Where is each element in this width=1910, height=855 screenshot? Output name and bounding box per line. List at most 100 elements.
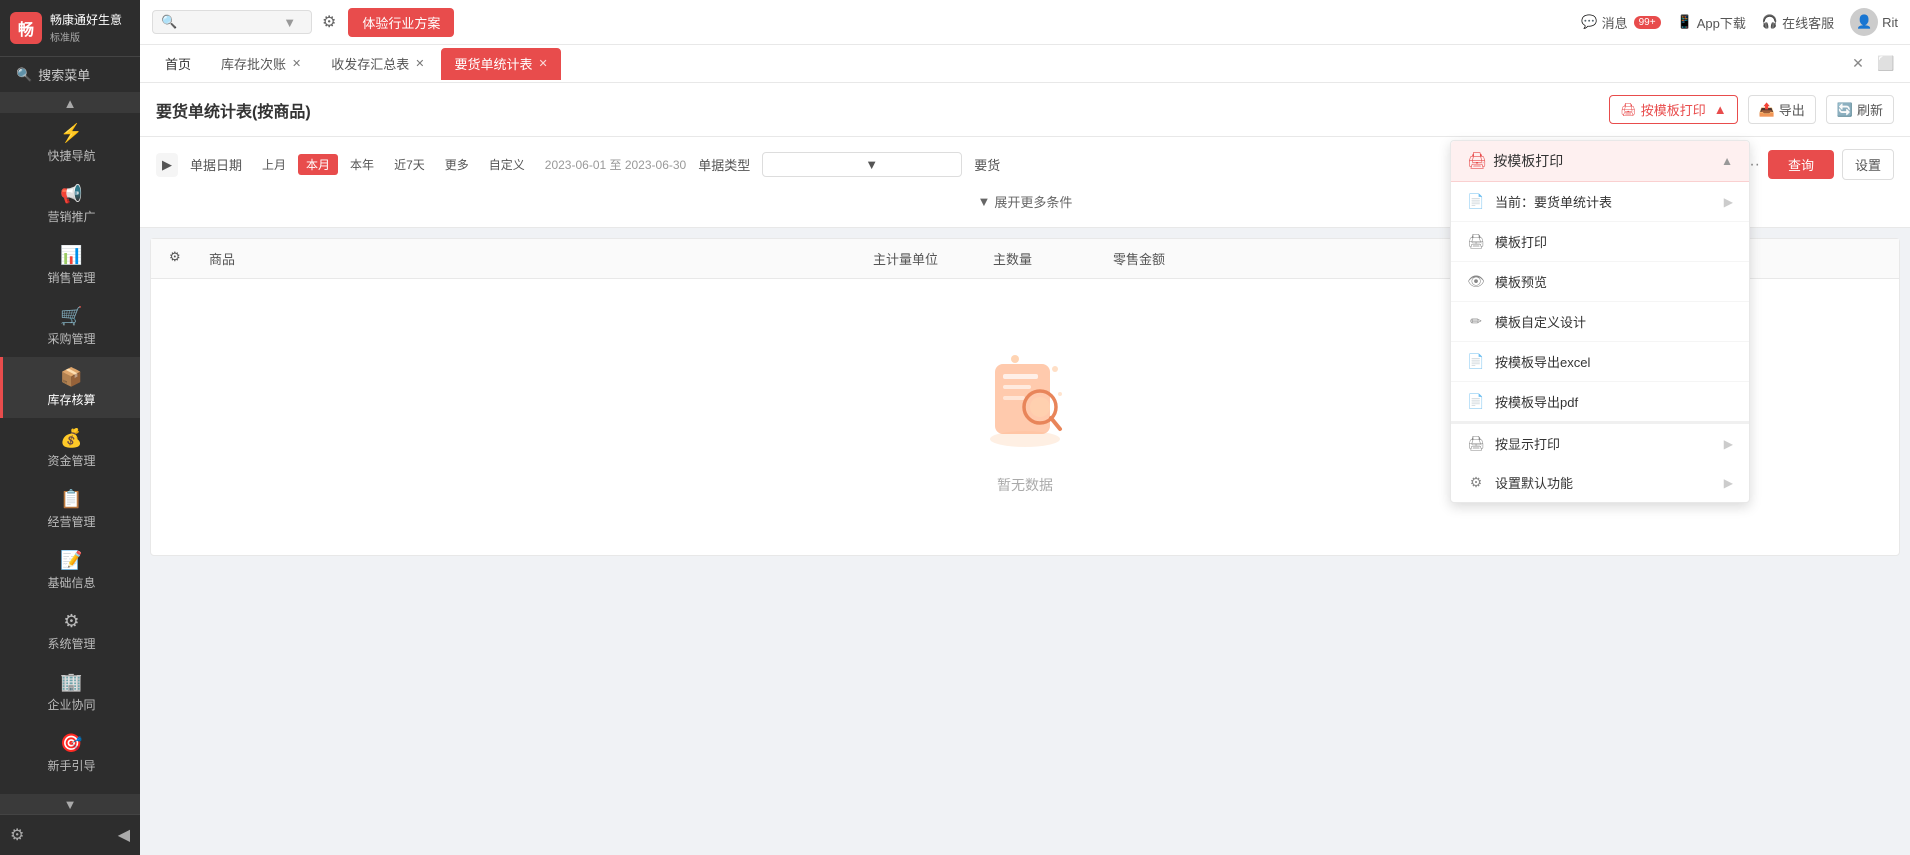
dropdown-title: 🖨 按模板打印 (1467, 151, 1563, 171)
preview-icon: 👁 (1467, 273, 1485, 290)
current-doc-icon: 📄 (1467, 193, 1485, 210)
col-qty: 主数量 (985, 239, 1105, 278)
sidebar-item-operation[interactable]: 📋 经营管理 (0, 479, 140, 540)
search-dropdown-icon[interactable]: ▼ (283, 15, 296, 30)
sidebar-item-purchase[interactable]: 🛒 采购管理 (0, 296, 140, 357)
expand-more-icon: ▼ (978, 194, 991, 209)
preview-item-label: 模板预览 (1495, 272, 1733, 291)
headphone-icon: 🎧 (1762, 14, 1778, 30)
sidebar-item-system[interactable]: ⚙ 系统管理 (0, 601, 140, 662)
dropdown-preview-item[interactable]: 👁 模板预览 (1451, 262, 1749, 302)
collapse-icon[interactable]: ◀ (118, 825, 130, 845)
sidebar-search[interactable]: 🔍 搜索菜单 (0, 57, 140, 93)
refresh-icon: 🔄 (1837, 102, 1853, 118)
tab-summary[interactable]: 收发存汇总表 ✕ (318, 48, 437, 80)
dropdown-excel-item[interactable]: 📄 按模板导出excel (1451, 342, 1749, 382)
date-tab-more[interactable]: 更多 (437, 154, 477, 175)
user-item[interactable]: 👤 Rit (1850, 8, 1898, 36)
tab-order-stat-close[interactable]: ✕ (539, 57, 548, 70)
topbar-right: 💬 消息 99+ 📱 App下载 🎧 在线客服 👤 Rit (1581, 8, 1898, 36)
date-tab-last-month[interactable]: 上月 (254, 154, 294, 175)
design-item-label: 模板自定义设计 (1495, 312, 1733, 331)
export-btn[interactable]: 📤 导出 (1748, 95, 1816, 124)
sidebar-item-marketing[interactable]: 📢 营销推广 (0, 174, 140, 235)
tab-order-stat[interactable]: 要货单统计表 ✕ (441, 48, 560, 80)
print-template-icon: 🖨 (1467, 233, 1485, 250)
sidebar-item-guide[interactable]: 🎯 新手引导 (0, 723, 140, 784)
display-print-icon: 🖨 (1467, 435, 1485, 452)
guide-icon: 🎯 (60, 733, 82, 754)
dropdown-design-item[interactable]: ✏ 模板自定义设计 (1451, 302, 1749, 342)
sidebar-item-apps[interactable]: 🔲 应用中心 (0, 784, 140, 794)
export-icon: 📤 (1759, 102, 1775, 118)
sidebar-item-quick-nav[interactable]: ⚡ 快捷导航 (0, 113, 140, 174)
order-type-label: 要货 (974, 155, 1000, 174)
phone-icon: 📱 (1677, 14, 1693, 30)
expand-more-btn[interactable]: ▼ 展开更多条件 (970, 188, 1081, 215)
dropdown-collapse-icon[interactable]: ▲ (1721, 154, 1733, 168)
sidebar-item-label: 资金管理 (47, 452, 95, 469)
page-header: 要货单统计表(按商品) 🖨 按模板打印 ▲ 📤 导出 🔄 刷新 (140, 83, 1910, 137)
dropdown-display-print-item[interactable]: 🖨 按显示打印 ▶ (1451, 423, 1749, 463)
sidebar-item-inventory[interactable]: 📦 库存核算 (0, 357, 140, 418)
dropdown-default-settings-item[interactable]: ⚙ 设置默认功能 ▶ (1451, 463, 1749, 502)
sidebar-item-label: 快捷导航 (47, 147, 95, 164)
operation-icon: 📋 (60, 489, 82, 510)
sidebar-scroll-down[interactable]: ▼ (0, 794, 140, 814)
dropdown-print-item[interactable]: 🖨 模板打印 (1451, 222, 1749, 262)
refresh-btn[interactable]: 🔄 刷新 (1826, 95, 1894, 124)
query-btn[interactable]: 查询 (1768, 150, 1834, 179)
window-close-btn[interactable]: ✕ (1846, 52, 1870, 76)
settings-icon[interactable]: ⚙ (10, 825, 24, 845)
type-filter-select[interactable]: ▼ (762, 152, 962, 177)
print-template-btn[interactable]: 🖨 按模板打印 ▲ (1609, 95, 1737, 124)
pdf-item-label: 按模板导出pdf (1495, 392, 1733, 411)
sidebar-item-sales[interactable]: 📊 销售管理 (0, 235, 140, 296)
sidebar-item-label: 库存核算 (47, 391, 95, 408)
search-input[interactable] (177, 15, 277, 29)
date-tab-this-month[interactable]: 本月 (298, 154, 338, 175)
type-filter-dropdown-icon: ▼ (865, 157, 951, 172)
default-settings-icon: ⚙ (1467, 474, 1485, 491)
expand-btn[interactable]: ▶ (156, 153, 178, 177)
sidebar-item-basic[interactable]: 📝 基础信息 (0, 540, 140, 601)
settings-btn[interactable]: 设置 (1842, 149, 1894, 180)
dropdown-pdf-item[interactable]: 📄 按模板导出pdf (1451, 382, 1749, 423)
sidebar-scroll-up[interactable]: ▲ (0, 93, 140, 113)
print-label: 按模板打印 (1641, 100, 1706, 119)
tab-batch-label: 库存批次账 (221, 54, 286, 73)
date-tab-this-year[interactable]: 本年 (342, 154, 382, 175)
tab-batch-close[interactable]: ✕ (292, 57, 301, 70)
gear-icon[interactable]: ⚙ (322, 12, 336, 32)
sidebar-item-enterprise[interactable]: 🏢 企业协同 (0, 662, 140, 723)
message-item[interactable]: 💬 消息 99+ (1581, 13, 1660, 32)
sidebar-item-finance[interactable]: 💰 资金管理 (0, 418, 140, 479)
date-tab-7days[interactable]: 近7天 (386, 154, 433, 175)
logo-icon: 畅 (10, 12, 42, 44)
page-actions: 🖨 按模板打印 ▲ 📤 导出 🔄 刷新 (1609, 95, 1894, 124)
display-print-arrow-icon: ▶ (1724, 437, 1733, 451)
window-maximize-btn[interactable]: ⬜ (1874, 52, 1898, 76)
col-settings[interactable]: ⚙ (161, 239, 201, 278)
sidebar-item-label: 营销推广 (47, 208, 95, 225)
online-service-item[interactable]: 🎧 在线客服 (1762, 13, 1834, 32)
trial-button[interactable]: 体验行业方案 (348, 8, 454, 37)
app-download-item[interactable]: 📱 App下载 (1677, 13, 1746, 32)
system-icon: ⚙ (63, 611, 79, 632)
print-icon: 🖨 (1620, 102, 1637, 118)
search-box[interactable]: 🔍 ▼ (152, 10, 312, 34)
date-tabs: 上月 本月 本年 近7天 更多 自定义 2023-06-01 至 2023-06… (254, 154, 686, 175)
tab-home-label: 首页 (165, 54, 191, 73)
sidebar-bottom: ⚙ ◀ (0, 814, 140, 855)
search-icon: 🔍 (16, 67, 32, 83)
date-filter-label: 单据日期 (190, 155, 242, 174)
tab-batch[interactable]: 库存批次账 ✕ (208, 48, 314, 80)
tab-summary-label: 收发存汇总表 (331, 54, 409, 73)
default-settings-arrow-icon: ▶ (1724, 476, 1733, 490)
dropdown-current-item[interactable]: 📄 当前：要货单统计表 ▶ (1451, 182, 1749, 222)
marketing-icon: 📢 (60, 184, 82, 205)
excel-item-label: 按模板导出excel (1495, 352, 1733, 371)
tab-home[interactable]: 首页 (152, 48, 204, 80)
date-tab-custom[interactable]: 自定义 (481, 154, 533, 175)
tab-summary-close[interactable]: ✕ (415, 57, 424, 70)
